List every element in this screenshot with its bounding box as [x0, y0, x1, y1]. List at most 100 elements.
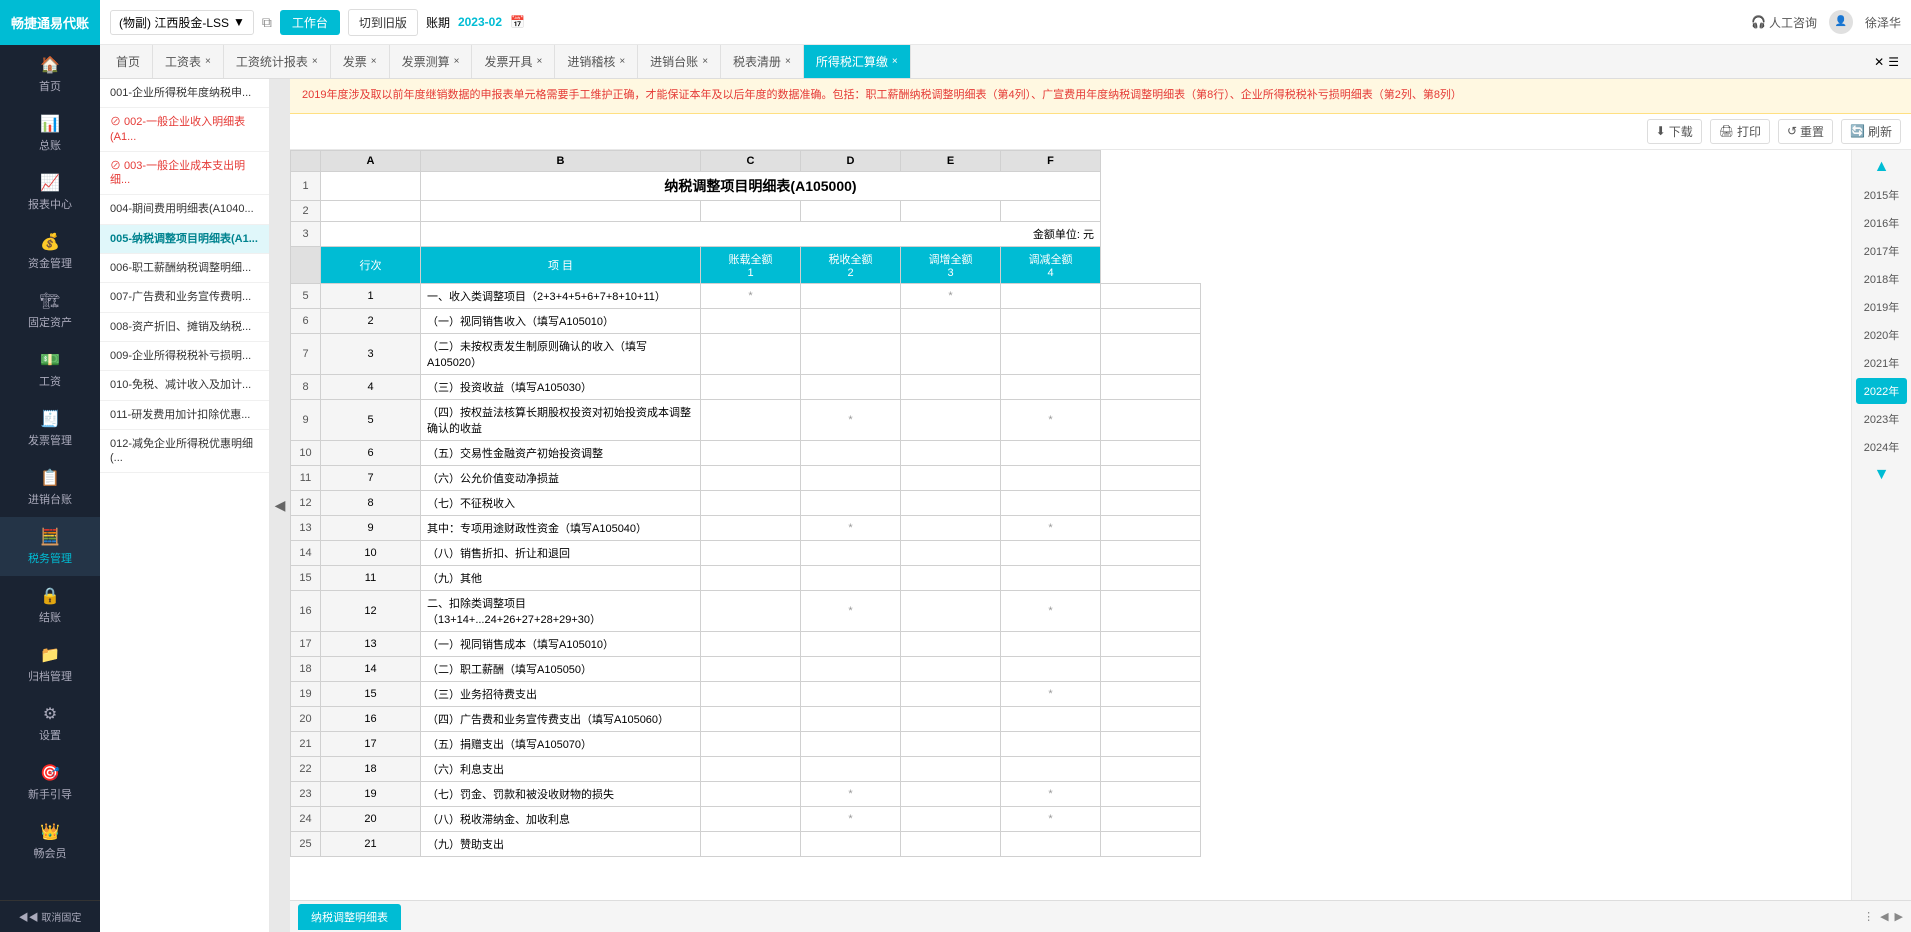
- calendar-icon[interactable]: 📅: [510, 15, 525, 29]
- tab-income-tax[interactable]: 所得税汇算缴 ×: [804, 45, 911, 78]
- sidebar-item-assets[interactable]: 💰资金管理: [0, 222, 100, 281]
- table-row: 2218（六）利息支出: [291, 756, 1201, 781]
- col-label-1: 项 目: [421, 246, 701, 283]
- col-label-2: 账载全额1: [701, 246, 801, 283]
- tab-label: 所得税汇算缴: [816, 53, 888, 70]
- tab-close-icon[interactable]: ×: [785, 56, 791, 67]
- download-button[interactable]: ⬇ 下载: [1647, 119, 1702, 144]
- tab-payroll[interactable]: 工资表×: [153, 45, 224, 78]
- year-item-2020年[interactable]: 2020年: [1852, 322, 1911, 348]
- period-value: 2023-02: [458, 15, 502, 29]
- sheet-content[interactable]: ABCDEF1纳税调整项目明细表(A105000)23金额单位: 元行次项 目账…: [290, 150, 1851, 900]
- sidebar-nav: 🏠首页📊总账📈报表中心💰资金管理🏗固定资产💵工资🧾发票管理📋进销台账🧮税务管理🔒…: [0, 45, 100, 900]
- tab-close-icon[interactable]: ×: [892, 56, 898, 67]
- tab-close-icon[interactable]: ×: [205, 56, 211, 67]
- tab-invoice-open[interactable]: 发票开具×: [472, 45, 555, 78]
- left-panel-item-adv-expense[interactable]: 007-广告费和业务宣传费明...: [100, 283, 269, 312]
- sidebar-item-tax-mgmt[interactable]: 🧮税务管理: [0, 517, 100, 576]
- tab-close-all-icon[interactable]: ✕: [1874, 55, 1884, 69]
- left-panel-item-exempt-income[interactable]: 010-免税、减计收入及加计...: [100, 371, 269, 400]
- left-panel-item-reduce-tax[interactable]: 012-减免企业所得税优惠明细(...: [100, 430, 269, 474]
- left-panel-item-asset-deprec[interactable]: 008-资产折旧、摊销及纳税...: [100, 313, 269, 342]
- tab-close-icon[interactable]: ×: [619, 56, 625, 67]
- tab-tax-clear[interactable]: 税表清册×: [721, 45, 804, 78]
- left-panel-item-general-cost[interactable]: ⊘ 003-一般企业成本支出明细...: [100, 152, 269, 196]
- year-item-2021年[interactable]: 2021年: [1852, 350, 1911, 376]
- left-panel-item-corp-income-tax[interactable]: 001-企业所得税年度纳税申...: [100, 79, 269, 108]
- sidebar-item-archive[interactable]: 📁归档管理: [0, 635, 100, 694]
- sidebar-item-invoice-mgmt[interactable]: 🧾发票管理: [0, 399, 100, 458]
- year-item-2022年[interactable]: 2022年: [1856, 378, 1907, 404]
- sidebar-item-fixed-assets[interactable]: 🏗固定资产: [0, 281, 100, 340]
- support-link[interactable]: 🎧 人工咨询: [1751, 14, 1817, 31]
- sidebar-item-label: 固定资产: [28, 314, 72, 330]
- sidebar-item-label: 发票管理: [28, 432, 72, 448]
- sidebar-item-label: 归档管理: [28, 668, 72, 684]
- tab-close-icon[interactable]: ×: [536, 56, 542, 67]
- horizontal-scroll-left[interactable]: ◀: [1880, 910, 1888, 923]
- tab-close-icon[interactable]: ×: [312, 56, 318, 67]
- user-name[interactable]: 徐泽华: [1865, 14, 1901, 31]
- tab-close-icon[interactable]: ×: [371, 56, 377, 67]
- left-panel-item-tax-adjustment[interactable]: 005-纳税调整项目明细表(A1...: [100, 225, 269, 254]
- sidebar-item-label: 工资: [39, 373, 61, 389]
- left-panel-item-period-expense[interactable]: 004-期间费用明细表(A1040...: [100, 195, 269, 224]
- chevron-down-icon: ▼: [233, 15, 245, 29]
- company-label: (物副) 江西股金-LSS: [119, 14, 229, 31]
- sidebar-item-new-guide[interactable]: 🎯新手引导: [0, 753, 100, 812]
- reset-button[interactable]: ↺ 重置: [1778, 119, 1833, 144]
- tab-input-check[interactable]: 进销稽核×: [555, 45, 638, 78]
- year-item-2016年[interactable]: 2016年: [1852, 210, 1911, 236]
- panel-toggle[interactable]: ◀: [270, 79, 290, 932]
- sidebar-item-member[interactable]: 👑畅会员: [0, 812, 100, 871]
- bottom-bar: 纳税调整明细表 ⋮ ◀ ▶: [290, 900, 1911, 932]
- sidebar-item-label: 总账: [39, 137, 61, 153]
- closing-icon: 🔒: [40, 586, 60, 606]
- year-item-2024年[interactable]: 2024年: [1852, 434, 1911, 460]
- sidebar-item-label: 资金管理: [28, 255, 72, 271]
- col-header-D: D: [801, 150, 901, 171]
- tab-close-icon[interactable]: ×: [454, 56, 460, 67]
- tab-menu-icon[interactable]: ☰: [1888, 55, 1899, 69]
- tab-payroll-stats[interactable]: 工资统计报表×: [224, 45, 331, 78]
- company-selector[interactable]: (物副) 江西股金-LSS ▼: [110, 10, 254, 35]
- sidebar-item-input-ledger[interactable]: 📋进销台账: [0, 458, 100, 517]
- sidebar-item-general-ledger[interactable]: 📊总账: [0, 104, 100, 163]
- sidebar-item-report-center[interactable]: 📈报表中心: [0, 163, 100, 222]
- refresh-button[interactable]: 🔄 刷新: [1841, 119, 1901, 144]
- table-row: 2420（八）税收滞纳金、加收利息**: [291, 806, 1201, 831]
- sidebar-item-payroll[interactable]: 💵工资: [0, 340, 100, 399]
- switch-version-button[interactable]: 切到旧版: [348, 9, 418, 36]
- horizontal-scroll-right[interactable]: ▶: [1895, 910, 1903, 923]
- workbench-button[interactable]: 工作台: [280, 10, 340, 35]
- sidebar-item-label: 报表中心: [28, 196, 72, 212]
- year-item-2023年[interactable]: 2023年: [1852, 406, 1911, 432]
- year-item-2017年[interactable]: 2017年: [1852, 238, 1911, 264]
- tab-invoice[interactable]: 发票×: [331, 45, 390, 78]
- sheet-tab[interactable]: 纳税调整明细表: [298, 904, 401, 930]
- year-nav-down[interactable]: ▼: [1870, 462, 1894, 488]
- year-item-2015年[interactable]: 2015年: [1852, 182, 1911, 208]
- left-panel-item-salary-adjust[interactable]: 006-职工薪酬纳税调整明细...: [100, 254, 269, 283]
- sidebar-item-closing[interactable]: 🔒结账: [0, 576, 100, 635]
- print-button[interactable]: 🖨 打印: [1710, 119, 1770, 144]
- tab-close-icon[interactable]: ×: [702, 56, 708, 67]
- app-logo: 畅捷通易代账: [0, 0, 100, 45]
- sidebar-item-settings[interactable]: ⚙设置: [0, 694, 100, 753]
- left-panel-item-general-income[interactable]: ⊘ 002-一般企业收入明细表(A1...: [100, 108, 269, 152]
- tab-input-ledger[interactable]: 进销台账×: [638, 45, 721, 78]
- sidebar-item-label: 设置: [39, 727, 61, 743]
- year-nav-up[interactable]: ▲: [1870, 154, 1894, 180]
- table-unit: 金额单位: 元: [421, 221, 1101, 246]
- tab-home[interactable]: 首页: [104, 45, 153, 78]
- col-header-B: B: [421, 150, 701, 171]
- sidebar-item-home[interactable]: 🏠首页: [0, 45, 100, 104]
- year-item-2019年[interactable]: 2019年: [1852, 294, 1911, 320]
- tab-invoice-calc[interactable]: 发票测算×: [390, 45, 473, 78]
- tabbar-end: ✕☰: [1866, 55, 1907, 69]
- left-panel-item-loss-deduct[interactable]: 009-企业所得税税补亏损明...: [100, 342, 269, 371]
- year-item-2018年[interactable]: 2018年: [1852, 266, 1911, 292]
- left-panel-item-rd-deduction[interactable]: 011-研发费用加计扣除优惠...: [100, 401, 269, 430]
- tabbar: 首页工资表×工资统计报表×发票×发票测算×发票开具×进销稽核×进销台账×税表清册…: [100, 45, 1911, 79]
- sidebar-pin-toggle[interactable]: ◀◀ 取消固定: [0, 900, 100, 932]
